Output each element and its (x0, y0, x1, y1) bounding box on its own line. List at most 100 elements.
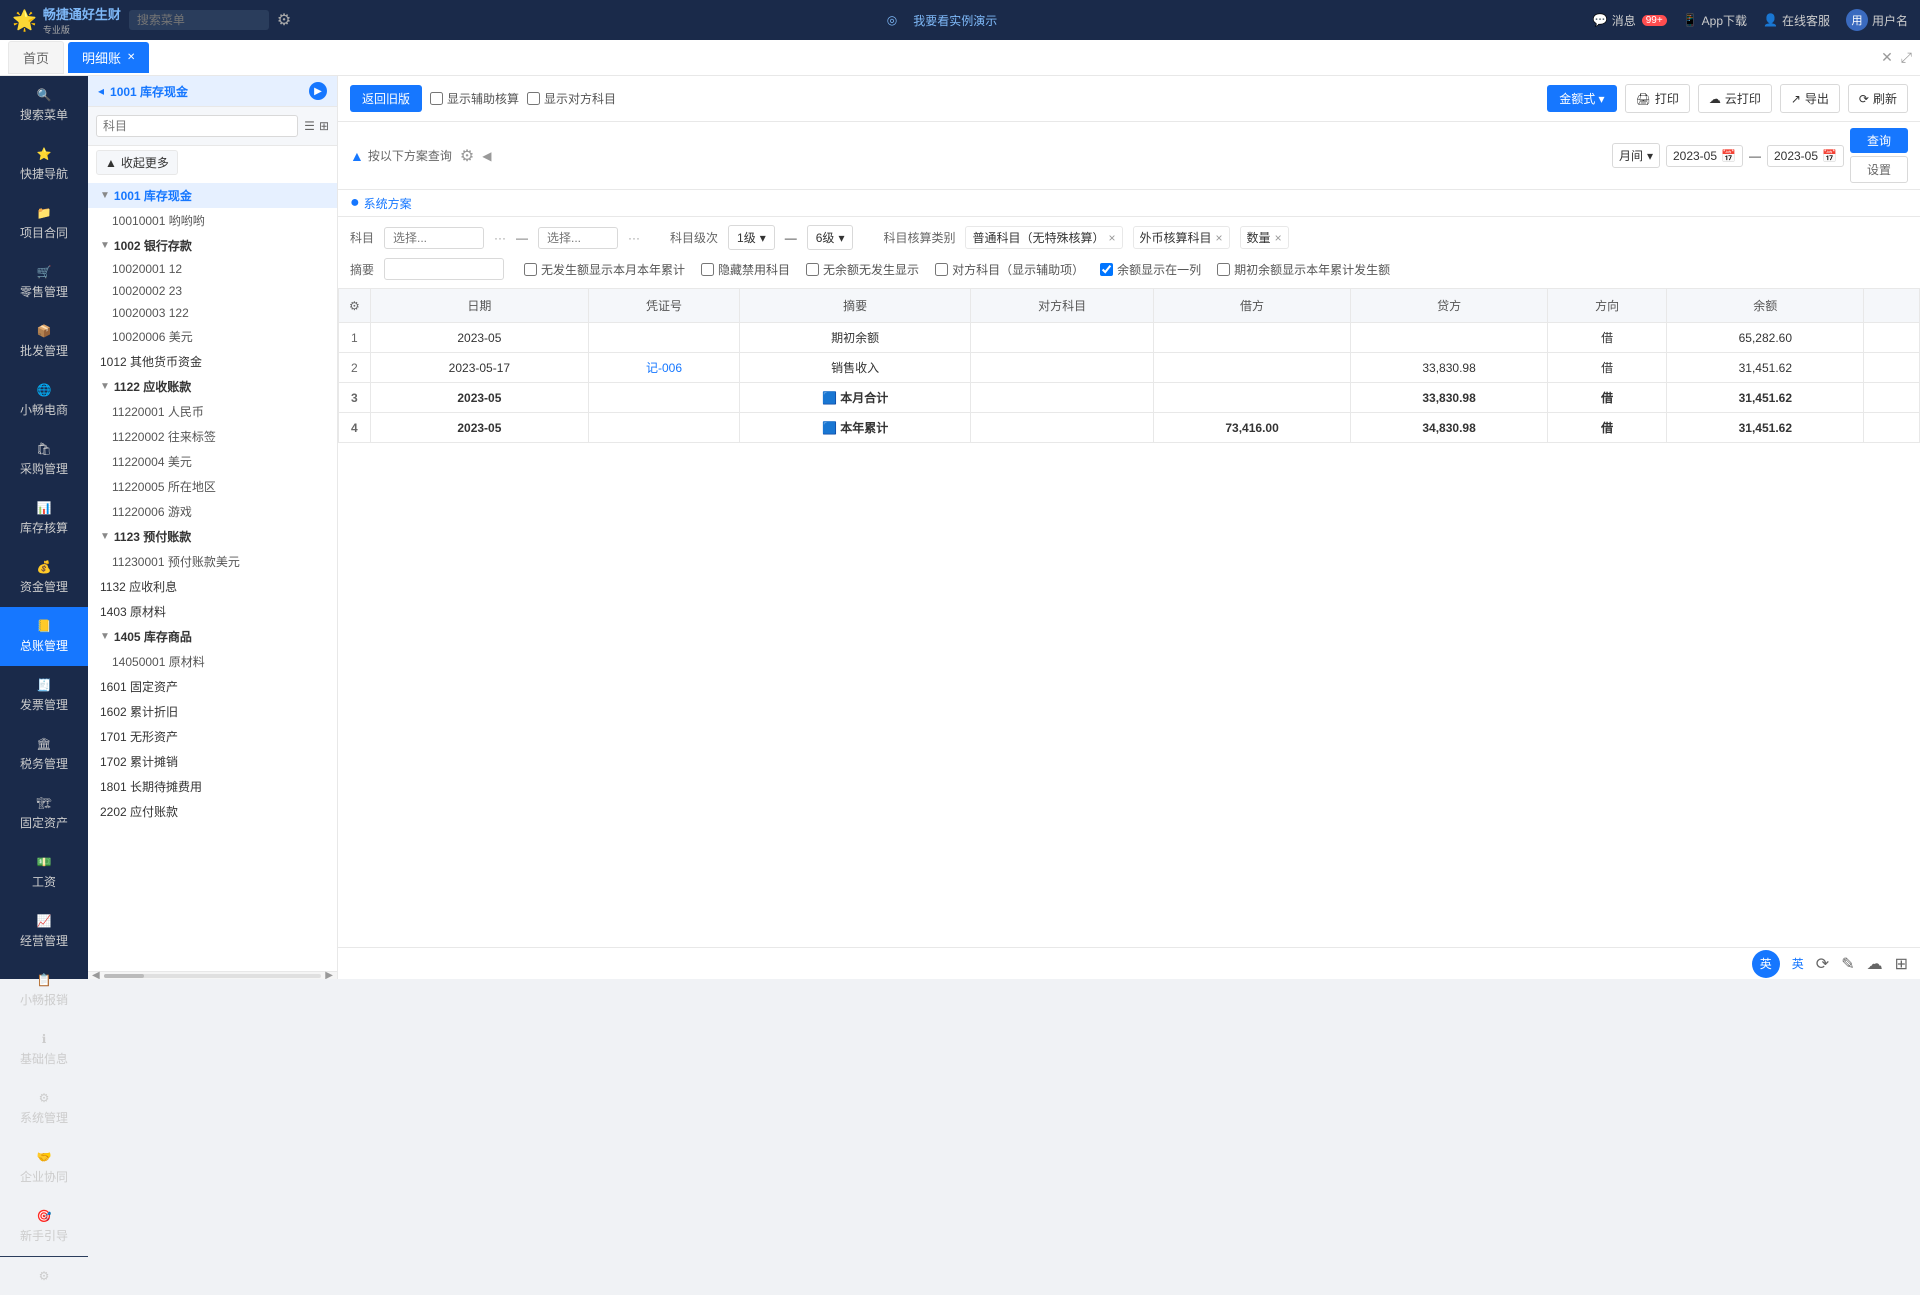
checkbox-no-balance[interactable]: 无余额无发生显示 (806, 261, 919, 278)
settings-btn[interactable]: 设置 (1850, 156, 1908, 183)
sidebar-item-ecommerce[interactable]: 🌐 小畅电商 (0, 371, 88, 430)
translate-btn[interactable]: 英 (1752, 950, 1780, 978)
account-navigate-icon[interactable]: ▶ (309, 82, 327, 100)
account-search-input[interactable] (96, 115, 298, 137)
tree-item-1602[interactable]: 1602 累计折旧 (88, 699, 337, 724)
tree-item-1122[interactable]: ▼ 1122 应收账款 (88, 374, 337, 399)
row2-voucher[interactable]: 记-006 (588, 353, 739, 383)
collapse-up-icon[interactable]: ▲ (350, 148, 364, 164)
tree-item-10020002[interactable]: 10020002 23 (88, 280, 337, 302)
online-service-item[interactable]: 👤 在线客服 (1763, 12, 1830, 29)
tree-item-1001[interactable]: ▼ 1001 库存现金 (88, 183, 337, 208)
summary-input[interactable] (384, 258, 504, 280)
period-type-select[interactable]: 月间 ▾ (1612, 143, 1660, 168)
checkbox-show-year-input[interactable] (1217, 263, 1230, 276)
sidebar-item-fixed[interactable]: 🏗 固定资产 (0, 784, 88, 843)
sidebar-item-search[interactable]: 🔍 搜索菜单 (0, 76, 88, 135)
tree-item-11220006[interactable]: 11220006 游戏 (88, 499, 337, 524)
subject-input[interactable] (384, 227, 484, 249)
scrollbar-thumb[interactable] (104, 974, 144, 978)
account-expand-icon[interactable]: ⊞ (319, 119, 329, 133)
tree-item-11230001[interactable]: 11230001 预付账款美元 (88, 549, 337, 574)
level-from-select[interactable]: 1级 ▾ (728, 225, 775, 250)
settings-icon[interactable]: ⚙ (277, 10, 291, 30)
tree-item-1801[interactable]: 1801 长期待摊费用 (88, 774, 337, 799)
cloud-print-btn[interactable]: ☁ 云打印 (1698, 84, 1772, 113)
checkbox-show-year[interactable]: 期初余额显示本年累计发生额 (1217, 261, 1390, 278)
tree-item-11220004[interactable]: 11220004 美元 (88, 449, 337, 474)
tree-item-1123[interactable]: ▼ 1123 预付账款 (88, 524, 337, 549)
checkbox-no-amount[interactable]: 无发生额显示本月本年累计 (524, 261, 685, 278)
show-contra-checkbox[interactable]: 显示对方科目 (527, 90, 616, 107)
tree-item-14050001[interactable]: 14050001 原材料 (88, 649, 337, 674)
tree-item-1702[interactable]: 1702 累计摊销 (88, 749, 337, 774)
bottom-rotate-icon[interactable]: ⟳ (1816, 954, 1829, 974)
checkbox-show-counter[interactable]: 对方科目（显示辅助项） (935, 261, 1084, 278)
back-old-btn[interactable]: 返回旧版 (350, 85, 422, 112)
tab-expand-icon[interactable]: ⤢ (1901, 49, 1912, 66)
demo-link[interactable]: 我要看实例演示 (913, 12, 997, 29)
tag1-close[interactable]: × (1109, 231, 1116, 245)
sidebar-item-finance[interactable]: 💰 资金管理 (0, 548, 88, 607)
sidebar-item-wholesale[interactable]: 📦 批发管理 (0, 312, 88, 371)
tree-item-1132[interactable]: 1132 应收利息 (88, 574, 337, 599)
print-btn[interactable]: 🖨 打印 (1625, 84, 1690, 113)
tab-close-icon[interactable]: ✕ (127, 52, 135, 63)
sidebar-item-inventory[interactable]: 📊 库存核算 (0, 489, 88, 548)
account-list-icon[interactable]: ☰ (304, 119, 315, 133)
tree-item-1403[interactable]: 1403 原材料 (88, 599, 337, 624)
tree-item-2202[interactable]: 2202 应付账款 (88, 799, 337, 824)
bottom-edit-icon[interactable]: ✎ (1841, 954, 1854, 974)
more-btn[interactable]: ▲ 收起更多 (96, 150, 178, 175)
checkbox-hide-disabled-input[interactable] (701, 263, 714, 276)
app-download-item[interactable]: 📱 App下载 (1683, 12, 1747, 29)
query-btn[interactable]: 查询 (1850, 128, 1908, 153)
bottom-grid-icon[interactable]: ⊞ (1895, 954, 1908, 974)
checkbox-show-one-col-input[interactable] (1100, 263, 1113, 276)
sidebar-item-project[interactable]: 📁 项目合同 (0, 194, 88, 253)
bottom-lang-label[interactable]: 英 (1792, 955, 1804, 972)
scheme-link[interactable]: 系统方案 (364, 195, 412, 212)
tree-item-1701[interactable]: 1701 无形资产 (88, 724, 337, 749)
tree-item-10020001[interactable]: 10020001 12 (88, 258, 337, 280)
voucher-link-006[interactable]: 记-006 (646, 361, 682, 375)
sidebar-item-purchase[interactable]: 🛍 采购管理 (0, 430, 88, 489)
tree-item-1012[interactable]: 1012 其他货币资金 (88, 349, 337, 374)
period-to-field[interactable]: 2023-05 📅 (1767, 145, 1844, 167)
sidebar-item-retail[interactable]: 🛒 零售管理 (0, 253, 88, 312)
level-to-select[interactable]: 6级 ▾ (807, 225, 854, 250)
period-from-field[interactable]: 2023-05 📅 (1666, 145, 1743, 167)
table-settings-icon[interactable]: ⚙ (349, 299, 360, 313)
sidebar-item-system[interactable]: ⚙ 系统管理 (0, 1079, 88, 1138)
sidebar-item-invoice[interactable]: 🧾 发票管理 (0, 666, 88, 725)
tab-ledger[interactable]: 明细账 ✕ (68, 42, 149, 73)
checkbox-show-counter-input[interactable] (935, 263, 948, 276)
sidebar-item-quicknav[interactable]: ⭐ 快捷导航 (0, 135, 88, 194)
amount-style-btn[interactable]: 金额式 ▾ (1547, 85, 1616, 112)
tree-item-11220005[interactable]: 11220005 所在地区 (88, 474, 337, 499)
checkbox-hide-disabled[interactable]: 隐藏禁用科目 (701, 261, 790, 278)
bottom-cloud-icon[interactable]: ☁ (1867, 954, 1883, 974)
sidebar-item-coop[interactable]: 🤝 企业协同 (0, 1138, 88, 1197)
sidebar-item-basic[interactable]: ℹ 基础信息 (0, 1020, 88, 1079)
tree-item-10010001[interactable]: 10010001 哟哟哟 (88, 208, 337, 233)
tree-item-10020003[interactable]: 10020003 122 (88, 302, 337, 324)
sidebar-item-guide[interactable]: 🎯 新手引导 (0, 1197, 88, 1256)
sidebar-item-ops[interactable]: 📈 经营管理 (0, 902, 88, 961)
sidebar-item-report[interactable]: 📋 小畅报销 (0, 961, 88, 1020)
tree-item-11220002[interactable]: 11220002 往来标签 (88, 424, 337, 449)
tag3-close[interactable]: × (1275, 231, 1282, 245)
export-btn[interactable]: ↗ 导出 (1780, 84, 1840, 113)
tab-home[interactable]: 首页 (8, 41, 64, 74)
tag2-close[interactable]: × (1216, 231, 1223, 245)
show-aux-input[interactable] (430, 92, 443, 105)
scroll-left-icon[interactable]: ◀ (92, 970, 100, 979)
refresh-btn[interactable]: ⟳ 刷新 (1848, 84, 1908, 113)
show-contra-input[interactable] (527, 92, 540, 105)
sidebar-item-ledger[interactable]: 📒 总账管理 (0, 607, 88, 666)
checkbox-no-amount-input[interactable] (524, 263, 537, 276)
sidebar-item-salary[interactable]: 💵 工资 (0, 843, 88, 902)
menu-search-input[interactable] (129, 10, 269, 30)
subject-input2[interactable] (538, 227, 618, 249)
sidebar-item-tax[interactable]: 🏛 税务管理 (0, 725, 88, 784)
